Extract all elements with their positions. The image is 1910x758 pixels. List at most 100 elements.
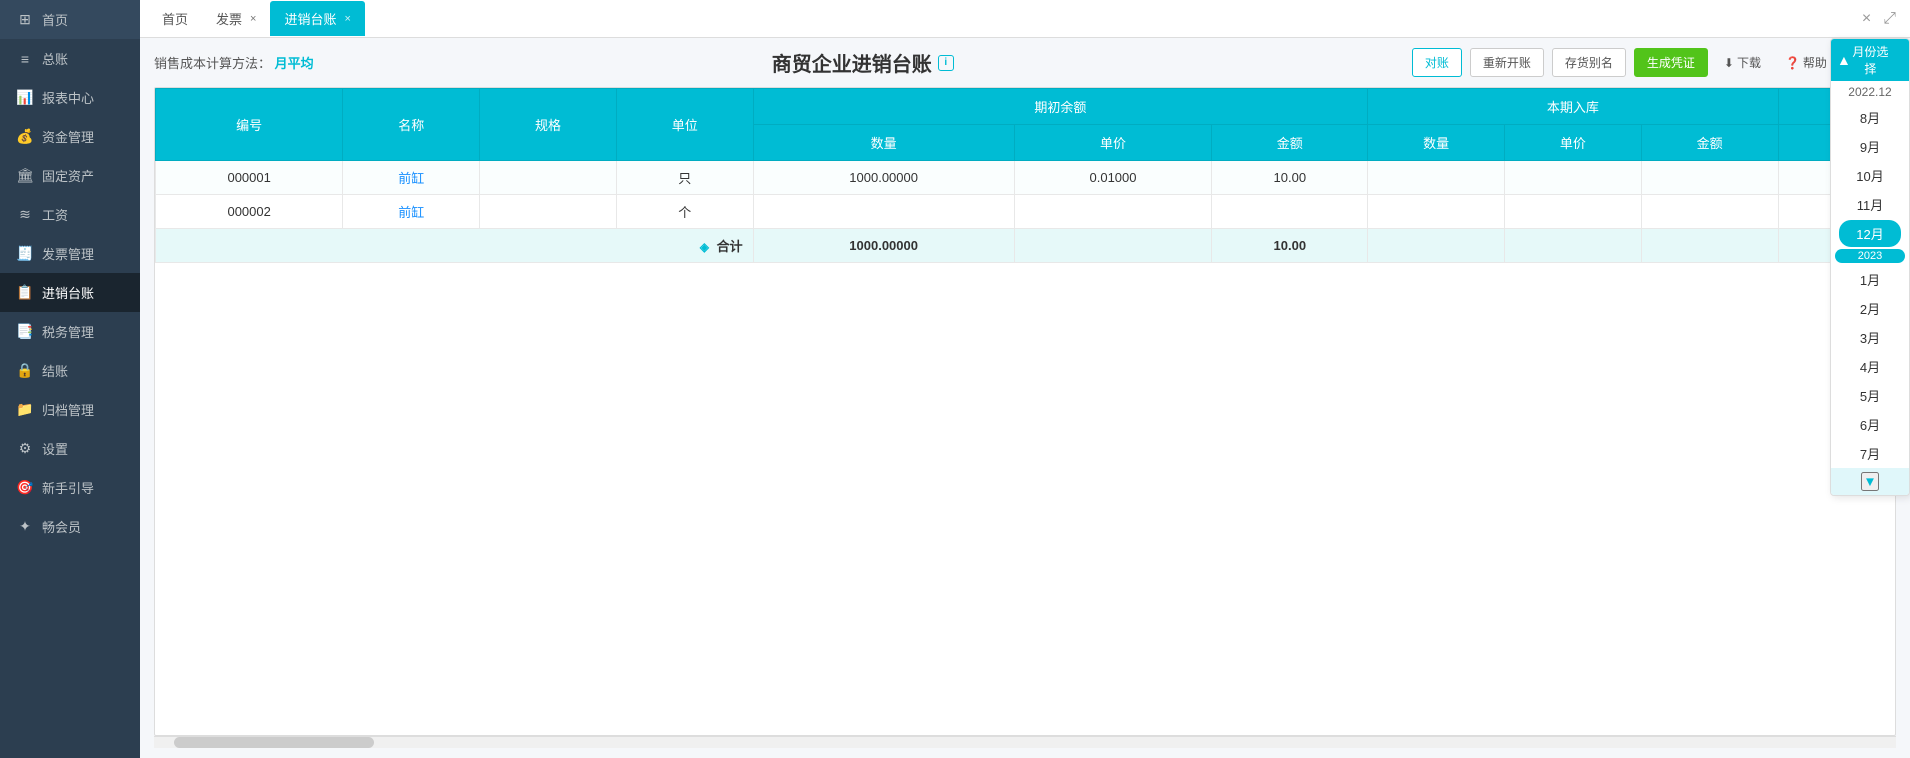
col-unit: 单位 (616, 89, 753, 161)
close-button[interactable]: × (1858, 8, 1875, 30)
sidebar-item-settings[interactable]: ⚙ 设置 (0, 429, 140, 468)
invoice-mgmt-icon: 🧾 (16, 245, 34, 262)
sidebar: ⊞ 首页 ≡ 总账 📊 报表中心 💰 资金管理 🏛 固定资产 ≋ 工资 🧾 发票… (0, 0, 140, 758)
funds-icon: 💰 (16, 128, 34, 145)
download-button[interactable]: ⬇ 下载 (1716, 49, 1769, 76)
month-panel-down[interactable]: ▼ (1861, 472, 1878, 491)
sidebar-item-salary[interactable]: ≋ 工资 (0, 195, 140, 234)
sidebar-item-inventory[interactable]: 📋 进销台账 (0, 273, 140, 312)
total-opening-price (1014, 229, 1212, 263)
help-button[interactable]: ❓ 帮助 (1777, 49, 1835, 76)
total-label: ◈ 合计 (156, 229, 754, 263)
sidebar-item-tax[interactable]: 📑 税务管理 (0, 312, 140, 351)
help-icon: ❓ (1785, 56, 1800, 70)
generate-voucher-button[interactable]: 生成凭证 (1634, 48, 1708, 77)
cell-opening-price-1: 0.01000 (1014, 161, 1212, 195)
inventory-table-wrapper: 编号 名称 规格 单位 期初余额 本期入库 数 数量 单价 金额 数量 单价 (154, 87, 1896, 736)
cell-opening-amount-1: 10.00 (1212, 161, 1368, 195)
cell-name-2: 前缸 (343, 195, 480, 229)
month-item-7[interactable]: 7月 (1831, 439, 1909, 468)
month-item-8[interactable]: 8月 (1831, 103, 1909, 132)
cell-unit-1: 只 (616, 161, 753, 195)
sidebar-item-closing[interactable]: 🔒 结账 (0, 351, 140, 390)
col-current-in: 本期入库 (1368, 89, 1778, 125)
download-icon: ⬇ (1724, 56, 1734, 70)
month-item-1[interactable]: 1月 (1831, 265, 1909, 294)
cell-opening-price-2 (1014, 195, 1212, 229)
content-area: 销售成本计算方法： 月平均 商贸企业进销台账 i 对账 重新开账 存货别名 生成… (140, 38, 1910, 758)
cell-spec-1 (480, 161, 617, 195)
cell-in-qty-2 (1368, 195, 1505, 229)
salary-icon: ≋ (16, 206, 34, 223)
total-in-price (1504, 229, 1641, 263)
tab-inventory[interactable]: 进销台账 × (270, 1, 364, 36)
horizontal-scrollbar[interactable] (154, 736, 1896, 748)
save-alias-button[interactable]: 存货别名 (1552, 48, 1626, 77)
month-item-6[interactable]: 6月 (1831, 410, 1909, 439)
tab-home[interactable]: 首页 (148, 1, 202, 36)
cost-method: 销售成本计算方法： 月平均 (154, 53, 314, 72)
home-icon: ⊞ (16, 11, 34, 28)
tab-invoice[interactable]: 发票 × (202, 1, 270, 36)
cell-unit-2: 个 (616, 195, 753, 229)
vip-icon: ✦ (16, 518, 34, 535)
month-item-2[interactable]: 2月 (1831, 294, 1909, 323)
reopen-button[interactable]: 重新开账 (1470, 48, 1544, 77)
sidebar-item-guide[interactable]: 🎯 新手引导 (0, 468, 140, 507)
closing-icon: 🔒 (16, 362, 34, 379)
total-row: ◈ 合计 1000.00000 10.00 (156, 229, 1895, 263)
month-item-4[interactable]: 4月 (1831, 352, 1909, 381)
sidebar-item-invoice-mgmt[interactable]: 🧾 发票管理 (0, 234, 140, 273)
main-area: × ⤢ 首页 发票 × 进销台账 × 销售成本计算方法： 月平均 商贸企业进销台… (140, 0, 1910, 758)
month-panel-header: ▲ 月份选择 (1831, 39, 1909, 81)
total-opening-qty: 1000.00000 (753, 229, 1014, 263)
month-item-3[interactable]: 3月 (1831, 323, 1909, 352)
sidebar-item-archive[interactable]: 📁 归档管理 (0, 390, 140, 429)
tax-icon: 📑 (16, 323, 34, 340)
maximize-button[interactable]: ⤢ (1879, 8, 1900, 30)
month-panel-up[interactable]: ▲ (1837, 53, 1851, 67)
sidebar-item-assets[interactable]: 🏛 固定资产 (0, 156, 140, 195)
ledger-icon: ≡ (16, 51, 34, 67)
month-item-5[interactable]: 5月 (1831, 381, 1909, 410)
name-link-1[interactable]: 前缸 (398, 171, 424, 186)
sidebar-item-reports[interactable]: 📊 报表中心 (0, 78, 140, 117)
total-in-qty (1368, 229, 1505, 263)
inventory-table: 编号 名称 规格 单位 期初余额 本期入库 数 数量 单价 金额 数量 单价 (155, 88, 1895, 263)
col-opening-qty: 数量 (753, 125, 1014, 161)
sidebar-item-ledger[interactable]: ≡ 总账 (0, 39, 140, 78)
settings-icon: ⚙ (16, 440, 34, 457)
name-link-2[interactable]: 前缸 (398, 205, 424, 220)
year-2022-label: 2022.12 (1831, 81, 1909, 103)
tab-inventory-close[interactable]: × (344, 13, 350, 25)
scrollbar-thumb[interactable] (174, 737, 374, 748)
month-item-11[interactable]: 11月 (1831, 190, 1909, 219)
title-info-icon[interactable]: i (938, 55, 954, 71)
month-panel: ▲ 月份选择 2022.12 8月 9月 10月 11月 12月 2023 1月… (1830, 38, 1910, 496)
col-period-opening: 期初余额 (753, 89, 1368, 125)
sidebar-item-funds[interactable]: 💰 资金管理 (0, 117, 140, 156)
month-item-12[interactable]: 12月 (1839, 220, 1901, 247)
cell-in-price-1 (1504, 161, 1641, 195)
tab-invoice-close[interactable]: × (250, 13, 256, 25)
col-code: 编号 (156, 89, 343, 161)
window-controls: × ⤢ (1848, 0, 1910, 38)
col-opening-amount: 金额 (1212, 125, 1368, 161)
reconcile-button[interactable]: 对账 (1412, 48, 1462, 77)
page-title: 商贸企业进销台账 i (772, 48, 954, 77)
total-icon: ◈ (700, 240, 709, 254)
sidebar-item-home[interactable]: ⊞ 首页 (0, 0, 140, 39)
col-name: 名称 (343, 89, 480, 161)
month-panel-footer: ▼ (1831, 468, 1909, 495)
sidebar-item-vip[interactable]: ✦ 畅会员 (0, 507, 140, 546)
reports-icon: 📊 (16, 89, 34, 106)
guide-icon: 🎯 (16, 479, 34, 496)
cell-opening-qty-2 (753, 195, 1014, 229)
action-buttons: 对账 重新开账 存货别名 生成凭证 ⬇ 下载 ❓ 帮助 ↻ 刷新 (1412, 48, 1896, 77)
cell-spec-2 (480, 195, 617, 229)
cell-code-1: 000001 (156, 161, 343, 195)
col-in-amount: 金额 (1641, 125, 1778, 161)
month-item-10[interactable]: 10月 (1831, 161, 1909, 190)
month-item-9[interactable]: 9月 (1831, 132, 1909, 161)
cell-name-1: 前缸 (343, 161, 480, 195)
